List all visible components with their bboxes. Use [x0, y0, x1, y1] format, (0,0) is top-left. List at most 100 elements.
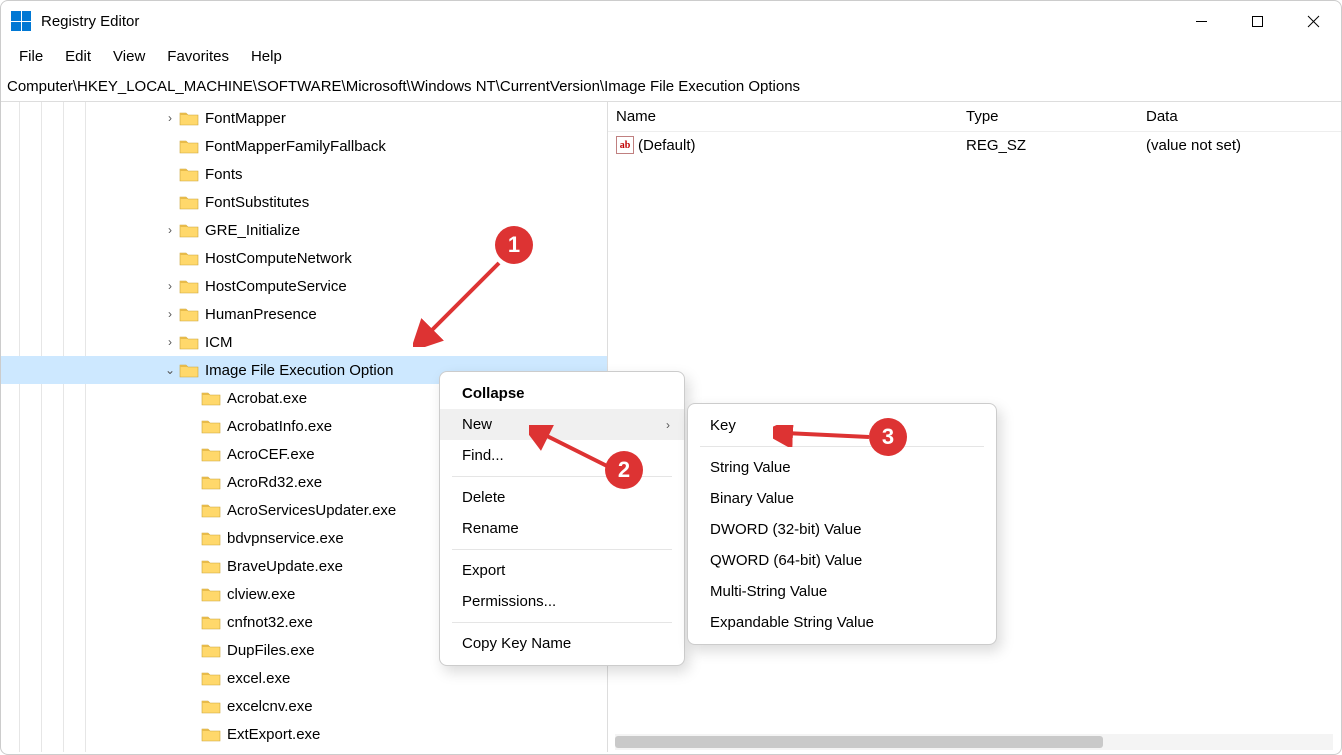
- menu-item[interactable]: Binary Value: [688, 483, 996, 514]
- chevron-right-icon[interactable]: ›: [161, 223, 179, 237]
- tree-item[interactable]: › HumanPresence: [1, 300, 607, 328]
- menu-separator: [452, 622, 672, 623]
- tree-item[interactable]: ExtExport.exe: [1, 720, 607, 748]
- list-row[interactable]: ab(Default)REG_SZ(value not set): [608, 132, 1341, 158]
- chevron-right-icon[interactable]: ›: [161, 279, 179, 293]
- address-bar[interactable]: Computer\HKEY_LOCAL_MACHINE\SOFTWARE\Mic…: [1, 74, 1341, 102]
- menu-item-label: Export: [462, 562, 505, 579]
- horizontal-scrollbar[interactable]: [615, 734, 1333, 750]
- menu-item[interactable]: Export: [440, 555, 684, 586]
- menu-item[interactable]: Rename: [440, 513, 684, 544]
- menu-edit[interactable]: Edit: [55, 45, 101, 68]
- folder-icon: [179, 166, 199, 182]
- value-name: (Default): [638, 137, 696, 154]
- folder-icon: [179, 306, 199, 322]
- callout-2: 2: [605, 451, 643, 489]
- callout-3: 3: [869, 418, 907, 456]
- tree-item[interactable]: FontSubstitutes: [1, 188, 607, 216]
- window-controls: [1173, 1, 1341, 41]
- folder-icon: [201, 446, 221, 462]
- tree-item-label: FontSubstitutes: [205, 194, 309, 211]
- menu-item-label: QWORD (64-bit) Value: [710, 552, 862, 569]
- window-title: Registry Editor: [41, 13, 139, 30]
- col-type[interactable]: Type: [958, 108, 1138, 125]
- menu-view[interactable]: View: [103, 45, 155, 68]
- tree-item[interactable]: excel.exe: [1, 664, 607, 692]
- folder-icon: [201, 558, 221, 574]
- context-menu[interactable]: CollapseNew›Find...DeleteRenameExportPer…: [439, 371, 685, 666]
- tree-item-label: AcroServicesUpdater.exe: [227, 502, 396, 519]
- tree-item-label: HostComputeNetwork: [205, 250, 352, 267]
- tree-item-label: ExtExport.exe: [227, 726, 320, 743]
- chevron-right-icon[interactable]: ›: [161, 307, 179, 321]
- menu-item-label: New: [462, 416, 492, 433]
- col-name[interactable]: Name: [608, 108, 958, 125]
- tree-item-label: cnfnot32.exe: [227, 614, 313, 631]
- menu-item-label: Rename: [462, 520, 519, 537]
- scrollbar-thumb[interactable]: [615, 736, 1103, 748]
- arrow-2: [529, 425, 615, 475]
- value-type: REG_SZ: [958, 137, 1138, 154]
- tree-item[interactable]: › FontMapper: [1, 104, 607, 132]
- menu-item-label: Collapse: [462, 385, 525, 402]
- menu-separator: [452, 549, 672, 550]
- tree-item-label: Fonts: [205, 166, 243, 183]
- folder-icon: [179, 194, 199, 210]
- tree-item[interactable]: Fonts: [1, 160, 607, 188]
- arrow-3: [773, 425, 875, 447]
- menu-item[interactable]: QWORD (64-bit) Value: [688, 545, 996, 576]
- menu-bar: File Edit View Favorites Help: [1, 41, 1341, 74]
- folder-icon: [201, 614, 221, 630]
- folder-icon: [201, 698, 221, 714]
- tree-item-label: Acrobat.exe: [227, 390, 307, 407]
- tree-item[interactable]: FontMapperFamilyFallback: [1, 132, 607, 160]
- menu-item[interactable]: String Value: [688, 452, 996, 483]
- menu-item-label: String Value: [710, 459, 791, 476]
- tree-item[interactable]: › ICM: [1, 328, 607, 356]
- tree-item-label: FontMapper: [205, 110, 286, 127]
- folder-icon: [179, 362, 199, 378]
- list-header[interactable]: Name Type Data: [608, 102, 1341, 132]
- tree-item-label: AcroRd32.exe: [227, 474, 322, 491]
- menu-item-label: Binary Value: [710, 490, 794, 507]
- chevron-down-icon[interactable]: ⌄: [161, 363, 179, 377]
- menu-item[interactable]: Expandable String Value: [688, 607, 996, 638]
- callout-1: 1: [495, 226, 533, 264]
- menu-file[interactable]: File: [9, 45, 53, 68]
- folder-icon: [201, 390, 221, 406]
- tree-item-label: GRE_Initialize: [205, 222, 300, 239]
- menu-item[interactable]: Collapse: [440, 378, 684, 409]
- chevron-right-icon[interactable]: ›: [161, 335, 179, 349]
- folder-icon: [179, 222, 199, 238]
- tree-item-label: ICM: [205, 334, 233, 351]
- menu-item[interactable]: Permissions...: [440, 586, 684, 617]
- tree-item[interactable]: ›HostComputeService: [1, 272, 607, 300]
- tree-item[interactable]: excelcnv.exe: [1, 692, 607, 720]
- menu-item[interactable]: Delete: [440, 482, 684, 513]
- folder-icon: [201, 586, 221, 602]
- tree-item-label: clview.exe: [227, 586, 295, 603]
- chevron-right-icon[interactable]: ›: [161, 111, 179, 125]
- tree-item-label: excel.exe: [227, 670, 290, 687]
- minimize-button[interactable]: [1173, 1, 1229, 41]
- title-bar: Registry Editor: [1, 1, 1341, 41]
- menu-item-label: Expandable String Value: [710, 614, 874, 631]
- col-data[interactable]: Data: [1138, 108, 1341, 125]
- string-value-icon: ab: [616, 136, 634, 154]
- menu-item[interactable]: Copy Key Name: [440, 628, 684, 659]
- menu-help[interactable]: Help: [241, 45, 292, 68]
- tree-item-label: DupFiles.exe: [227, 642, 315, 659]
- menu-favorites[interactable]: Favorites: [157, 45, 239, 68]
- menu-item-label: Delete: [462, 489, 505, 506]
- tree-item-label: BraveUpdate.exe: [227, 558, 343, 575]
- menu-item[interactable]: Multi-String Value: [688, 576, 996, 607]
- folder-icon: [201, 418, 221, 434]
- folder-icon: [201, 642, 221, 658]
- app-icon: [11, 11, 31, 31]
- close-button[interactable]: [1285, 1, 1341, 41]
- tree-item-label: HumanPresence: [205, 306, 317, 323]
- maximize-button[interactable]: [1229, 1, 1285, 41]
- menu-item[interactable]: DWORD (32-bit) Value: [688, 514, 996, 545]
- menu-item-label: Copy Key Name: [462, 635, 571, 652]
- folder-icon: [201, 726, 221, 742]
